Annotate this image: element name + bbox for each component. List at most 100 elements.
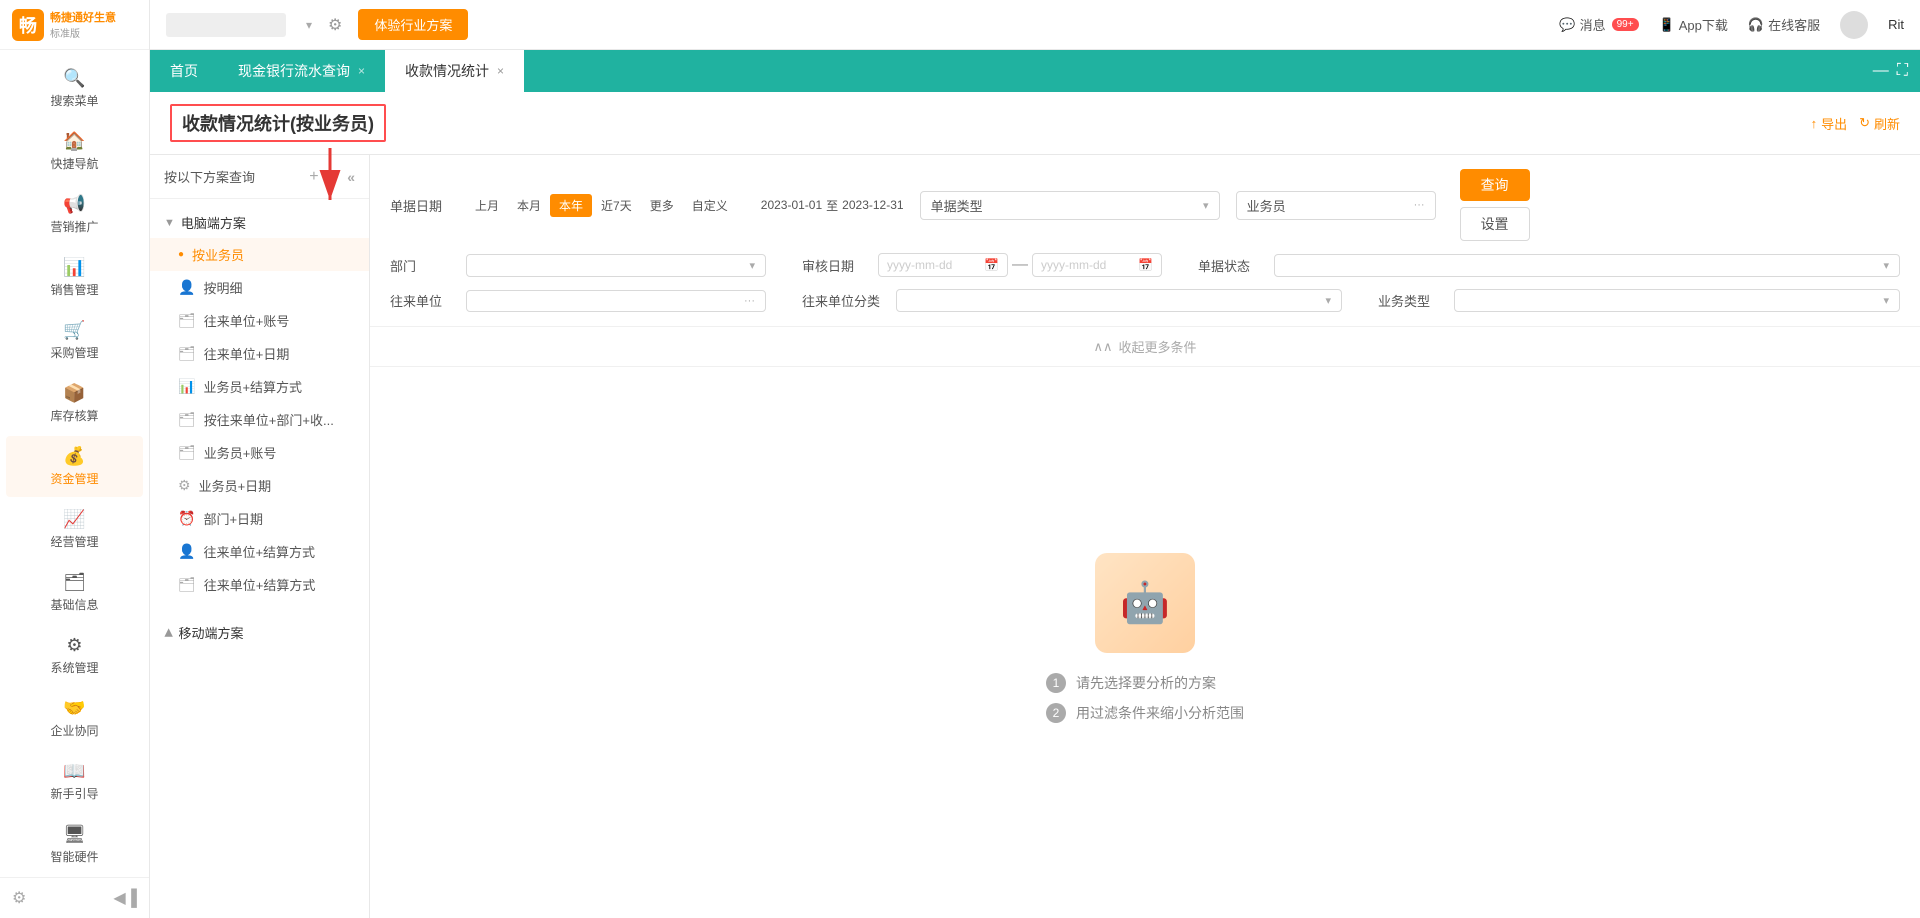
scheme-item-counterparty-dept[interactable]: 🗂 按往来单位+部门+收...: [150, 403, 369, 436]
scheme-item-dept-date[interactable]: ⏰ 部门+日期: [150, 502, 369, 535]
mobile-scheme-group: ▶ 移动端方案: [150, 609, 369, 656]
scheme-item-counterparty-settle2[interactable]: 🗂 往来单位+结算方式: [150, 568, 369, 601]
date-tab-7days[interactable]: 近7天: [592, 194, 641, 217]
filter-row-2: 部门 ▾ 审核日期 yyyy-mm-dd 📅 —: [390, 253, 1900, 277]
counterparty-settle2-icon: 🗂: [178, 576, 196, 593]
sales-icon: 📊: [63, 257, 85, 278]
review-date-end[interactable]: yyyy-mm-dd 📅: [1032, 253, 1162, 277]
refresh-icon: ↻: [1859, 115, 1870, 131]
sidebar-item-base[interactable]: 🗂 基础信息: [6, 562, 143, 623]
trial-button[interactable]: 体验行业方案: [358, 9, 468, 40]
sidebar-nav: 🔍 搜索菜单 🏠 快捷导航 📢 营销推广 📊 销售管理 🛒 采购管理 📦 库存核…: [0, 50, 149, 877]
salesperson-select[interactable]: 业务员 ···: [1236, 191, 1436, 220]
filter-row-3: 往来单位 ··· 往来单位分类 ▾ 业务类型 ▾: [390, 289, 1900, 312]
customer-service-item[interactable]: 🎧 在线客服: [1748, 15, 1820, 34]
message-badge: 99+: [1612, 18, 1639, 31]
finance-icon: 💰: [63, 446, 85, 467]
sidebar-item-operation[interactable]: 📈 经营管理: [6, 499, 143, 560]
scheme-item-counterparty-date[interactable]: 🗂 往来单位+日期: [150, 337, 369, 370]
tab-bank-close[interactable]: ×: [358, 64, 365, 78]
sidebar-item-hardware[interactable]: 🖥 智能硬件: [6, 814, 143, 875]
date-tab-last-month[interactable]: 上月: [466, 194, 508, 217]
tab-maximize-icon[interactable]: ⛶: [1897, 62, 1908, 80]
sidebar-item-corp[interactable]: 🤝 企业协同: [6, 688, 143, 749]
brand-dropdown-icon[interactable]: ▾: [306, 18, 312, 32]
document-type-select[interactable]: 单据类型 ▾: [920, 191, 1220, 220]
export-button[interactable]: ↑ 导出: [1811, 114, 1848, 133]
page-title: 收款情况统计(按业务员): [170, 104, 386, 142]
right-panel: 单据日期 上月 本月 本年 近7天 更多 自定义 2023-01-01 至: [370, 155, 1920, 918]
main-area: ▾ ⚙ 体验行业方案 💬 消息 99+ 📱 App下载 🎧 在线客服 Rit: [150, 0, 1920, 918]
query-button[interactable]: 查询: [1460, 169, 1530, 201]
sidebar-item-finance[interactable]: 💰 资金管理: [6, 436, 143, 497]
collapse-icon: ∧∧: [1093, 339, 1112, 355]
sidebar-item-purchase[interactable]: 🛒 采购管理: [6, 310, 143, 371]
tab-receipt[interactable]: 收款情况统计 ×: [385, 50, 524, 92]
review-date-start[interactable]: yyyy-mm-dd 📅: [878, 253, 1008, 277]
counterparty-more: ···: [744, 295, 755, 307]
top-bar-right: 💬 消息 99+ 📱 App下载 🎧 在线客服 Rit: [1559, 11, 1904, 39]
sidebar-item-search[interactable]: 🔍 搜索菜单: [6, 58, 143, 119]
user-avatar[interactable]: [1840, 11, 1868, 39]
sidebar-item-system[interactable]: ⚙ 系统管理: [6, 625, 143, 686]
scheme-item-salesperson-acct[interactable]: 🗂 业务员+账号: [150, 436, 369, 469]
sidebar-item-sales[interactable]: 📊 销售管理: [6, 247, 143, 308]
sidebar-settings-icon[interactable]: ⚙: [12, 888, 26, 908]
date-tab-more[interactable]: 更多: [641, 194, 683, 217]
tab-bank[interactable]: 现金银行流水查询 ×: [218, 50, 385, 92]
tab-home[interactable]: 首页: [150, 50, 218, 92]
scheme-item-salesperson-settle[interactable]: 📊 业务员+结算方式: [150, 370, 369, 403]
department-select[interactable]: ▾: [466, 254, 766, 277]
refresh-button[interactable]: ↻ 刷新: [1859, 114, 1900, 133]
tab-bar-right: — ⛶: [1873, 62, 1920, 80]
top-bar-left: ▾ ⚙ 体验行业方案: [166, 9, 468, 40]
scheme-item-counterparty-acct[interactable]: 🗂 往来单位+账号: [150, 304, 369, 337]
sidebar-item-inventory[interactable]: 📦 库存核算: [6, 373, 143, 434]
system-icon: ⚙: [66, 635, 82, 656]
content-area: 按以下方案查询 + ⚙ « ▼ 电脑端方案 ● 按业务员: [150, 155, 1920, 918]
date-tab-this-month[interactable]: 本月: [508, 194, 550, 217]
add-scheme-icon[interactable]: +: [309, 168, 318, 186]
collapse-bar[interactable]: ∧∧ 收起更多条件: [370, 327, 1920, 367]
document-status-select[interactable]: ▾: [1274, 254, 1900, 277]
review-date-label: 审核日期: [802, 256, 862, 275]
scheme-item-detail[interactable]: 👤 按明细: [150, 271, 369, 304]
sidebar-collapse-icon[interactable]: ◀▐: [113, 888, 137, 908]
desktop-group-header[interactable]: ▼ 电脑端方案: [150, 207, 369, 238]
scheme-item-salesperson-date[interactable]: ⚙ 业务员+日期: [150, 469, 369, 502]
collapse-panel-icon[interactable]: «: [347, 169, 355, 185]
headset-icon: 🎧: [1748, 17, 1764, 33]
tab-minimize-icon[interactable]: —: [1873, 62, 1889, 80]
counterparty-select[interactable]: ···: [466, 290, 766, 312]
mobile-group-header[interactable]: ▶ 移动端方案: [150, 617, 369, 648]
tab-receipt-close[interactable]: ×: [497, 64, 504, 78]
dept-chevron: ▾: [749, 259, 755, 272]
logo-text: 畅捷通好生意 标准版: [50, 9, 116, 40]
desktop-scheme-group: ▼ 电脑端方案 ● 按业务员 👤 按明细 🗂 往来单位+账号: [150, 199, 369, 609]
collapse-label: 收起更多条件: [1119, 337, 1197, 356]
guide-icon: 📖: [63, 761, 85, 782]
sidebar-item-quicknav[interactable]: 🏠 快捷导航: [6, 121, 143, 182]
date-tab-this-year[interactable]: 本年: [550, 194, 592, 217]
dept-date-icon: ⏰: [178, 510, 195, 527]
business-type-select[interactable]: ▾: [1454, 289, 1900, 312]
scheme-settings-icon[interactable]: ⚙: [327, 168, 340, 185]
scheme-item-salesperson[interactable]: ● 按业务员: [150, 238, 369, 271]
settings-button[interactable]: 设置: [1460, 207, 1530, 241]
scheme-item-counterparty-settle1[interactable]: 👤 往来单位+结算方式: [150, 535, 369, 568]
sidebar-item-marketing[interactable]: 📢 营销推广: [6, 184, 143, 245]
home-icon: 🏠: [63, 131, 85, 152]
counterparty-cat-label: 往来单位分类: [802, 291, 880, 310]
brand-placeholder: [166, 13, 286, 37]
counterparty-category-select[interactable]: ▾: [896, 289, 1342, 312]
date-tab-custom[interactable]: 自定义: [683, 194, 737, 217]
app-download-item[interactable]: 📱 App下载: [1659, 15, 1728, 34]
action-buttons: 查询 设置: [1460, 169, 1530, 241]
sidebar-item-guide[interactable]: 📖 新手引导: [6, 751, 143, 812]
salesperson-settle-icon: 📊: [178, 378, 195, 395]
calendar-icon-end: 📅: [1138, 258, 1153, 272]
salesperson-date-icon: ⚙: [178, 477, 191, 494]
doc-status-label: 单据状态: [1198, 256, 1258, 275]
messages-item[interactable]: 💬 消息 99+: [1559, 15, 1638, 34]
topbar-settings-icon[interactable]: ⚙: [328, 15, 342, 35]
